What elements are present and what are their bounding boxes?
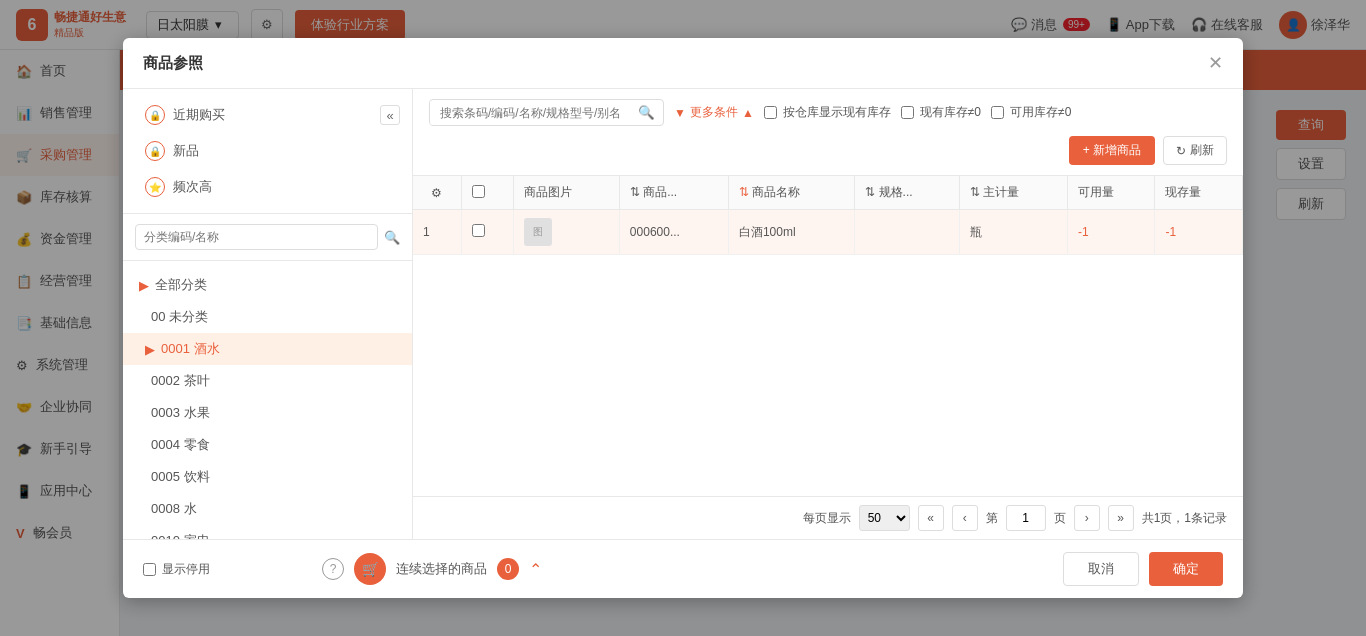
td-code: 000600... <box>619 210 728 255</box>
selected-label: 连续选择的商品 <box>396 560 487 578</box>
page-number-input[interactable] <box>1006 505 1046 531</box>
td-index: 1 <box>413 210 461 255</box>
category-search-icon[interactable]: 🔍 <box>384 230 400 245</box>
show-disabled-group: 显示停用 <box>143 561 210 578</box>
filter-icon: ▼ <box>674 106 686 120</box>
lock-icon-2: 🔒 <box>145 141 165 161</box>
collapse-up-btn[interactable]: ⌃ <box>529 560 542 579</box>
tab-new-products[interactable]: 🔒 新品 <box>135 135 400 167</box>
footer-right: 取消 确定 <box>1063 552 1223 586</box>
next-page-btn[interactable]: › <box>1074 505 1100 531</box>
modal-left-panel: 🔒 近期购买 « 🔒 新品 ⭐ 频次高 <box>123 89 413 539</box>
th-checkbox <box>461 176 513 210</box>
confirm-btn[interactable]: 确定 <box>1149 552 1223 586</box>
add-product-btn[interactable]: + 新增商品 <box>1069 136 1155 165</box>
cancel-btn[interactable]: 取消 <box>1063 552 1139 586</box>
show-disabled-checkbox[interactable] <box>143 563 156 576</box>
prev-page-btn[interactable]: ‹ <box>952 505 978 531</box>
modal-quick-tabs: 🔒 近期购买 « 🔒 新品 ⭐ 频次高 <box>123 89 412 214</box>
th-image[interactable]: 商品图片 <box>513 176 619 210</box>
modal-title: 商品参照 <box>143 54 203 73</box>
product-reference-modal: 商品参照 ✕ 🔒 近期购买 « 🔒 新品 <box>123 38 1243 598</box>
warehouse-stock-checkbox-group: 按仓库显示现有库存 <box>764 104 891 121</box>
expand-0001-icon: ▶ <box>145 342 155 357</box>
td-name: 白酒100ml <box>728 210 854 255</box>
refresh-icon: ↻ <box>1176 144 1186 158</box>
category-all[interactable]: ▶ 全部分类 <box>123 269 412 301</box>
warehouse-stock-checkbox[interactable] <box>764 106 777 119</box>
category-0008[interactable]: 0008 水 <box>123 493 412 525</box>
modal-footer: 显示停用 ? 🛒 连续选择的商品 0 ⌃ 取消 确定 <box>123 539 1243 598</box>
pagination: 每页显示 50 100 200 « ‹ 第 页 › » 共1页，1条记录 <box>413 496 1243 539</box>
category-search-input[interactable] <box>135 224 378 250</box>
td-unit: 瓶 <box>960 210 1068 255</box>
td-checkbox <box>461 210 513 255</box>
td-stock: -1 <box>1155 210 1243 255</box>
cart-btn[interactable]: 🛒 <box>354 553 386 585</box>
td-spec <box>855 210 960 255</box>
current-stock-checkbox[interactable] <box>901 106 914 119</box>
refresh-table-btn[interactable]: ↻ 刷新 <box>1163 136 1227 165</box>
current-stock-checkbox-group: 现有库存≠0 <box>901 104 981 121</box>
category-00[interactable]: 00 未分类 <box>123 301 412 333</box>
category-0004[interactable]: 0004 零食 <box>123 429 412 461</box>
th-name[interactable]: ⇅ 商品名称 <box>728 176 854 210</box>
expand-all-icon: ▶ <box>139 278 149 293</box>
available-stock-checkbox-group: 可用库存≠0 <box>991 104 1071 121</box>
product-table: ⚙ 商品图片 ⇅ 商品... ⇅ <box>413 176 1243 255</box>
product-search-btn[interactable]: 🔍 <box>630 100 663 125</box>
table-row[interactable]: 1 图 000600... 白酒100ml 瓶 -1 -1 <box>413 210 1243 255</box>
category-0002[interactable]: 0002 茶叶 <box>123 365 412 397</box>
product-image: 图 <box>524 218 552 246</box>
modal-right-panel: 🔍 ▼ 更多条件 ▲ 按仓库显示现有库存 现有库存≠0 <box>413 89 1243 539</box>
th-available[interactable]: 可用量 <box>1068 176 1155 210</box>
product-table-wrap: ⚙ 商品图片 ⇅ 商品... ⇅ <box>413 176 1243 496</box>
more-filter-btn[interactable]: ▼ 更多条件 ▲ <box>674 104 754 121</box>
th-stock[interactable]: 现存量 <box>1155 176 1243 210</box>
product-search-input[interactable] <box>430 101 630 125</box>
product-search-bar: 🔍 <box>429 99 664 126</box>
td-available: -1 <box>1068 210 1155 255</box>
star-icon: ⭐ <box>145 177 165 197</box>
collapse-left-btn[interactable]: « <box>380 105 400 125</box>
selected-count-badge: 0 <box>497 558 519 580</box>
td-image: 图 <box>513 210 619 255</box>
toolbar-right: + 新增商品 ↻ 刷新 <box>1069 136 1227 165</box>
help-btn[interactable]: ? <box>322 558 344 580</box>
available-stock-checkbox[interactable] <box>991 106 1004 119</box>
tab-high-frequency[interactable]: ⭐ 频次高 <box>135 171 400 203</box>
modal-overlay: 商品参照 ✕ 🔒 近期购买 « 🔒 新品 <box>0 0 1366 636</box>
category-search-area: 🔍 <box>123 214 412 261</box>
th-settings[interactable]: ⚙ <box>413 176 461 210</box>
first-page-btn[interactable]: « <box>918 505 944 531</box>
category-tree: ▶ 全部分类 00 未分类 ▶ 0001 酒水 0002 茶叶 0003 水果 <box>123 261 412 539</box>
th-code[interactable]: ⇅ 商品... <box>619 176 728 210</box>
last-page-btn[interactable]: » <box>1108 505 1134 531</box>
modal-toolbar: 🔍 ▼ 更多条件 ▲ 按仓库显示现有库存 现有库存≠0 <box>413 89 1243 176</box>
category-0010[interactable]: 0010 家电 <box>123 525 412 539</box>
row-checkbox[interactable] <box>472 224 485 237</box>
category-0001[interactable]: ▶ 0001 酒水 <box>123 333 412 365</box>
select-all-checkbox[interactable] <box>472 185 485 198</box>
per-page-select[interactable]: 50 100 200 <box>859 505 910 531</box>
th-spec[interactable]: ⇅ 规格... <box>855 176 960 210</box>
modal-body: 🔒 近期购买 « 🔒 新品 ⭐ 频次高 <box>123 89 1243 539</box>
lock-icon-1: 🔒 <box>145 105 165 125</box>
th-unit[interactable]: ⇅ 主计量 <box>960 176 1068 210</box>
footer-center: ? 🛒 连续选择的商品 0 ⌃ <box>322 553 542 585</box>
modal-close-btn[interactable]: ✕ <box>1208 52 1223 74</box>
category-0005[interactable]: 0005 饮料 <box>123 461 412 493</box>
tab-recent-purchase[interactable]: 🔒 近期购买 <box>135 99 235 131</box>
modal-header: 商品参照 ✕ <box>123 38 1243 89</box>
category-0003[interactable]: 0003 水果 <box>123 397 412 429</box>
